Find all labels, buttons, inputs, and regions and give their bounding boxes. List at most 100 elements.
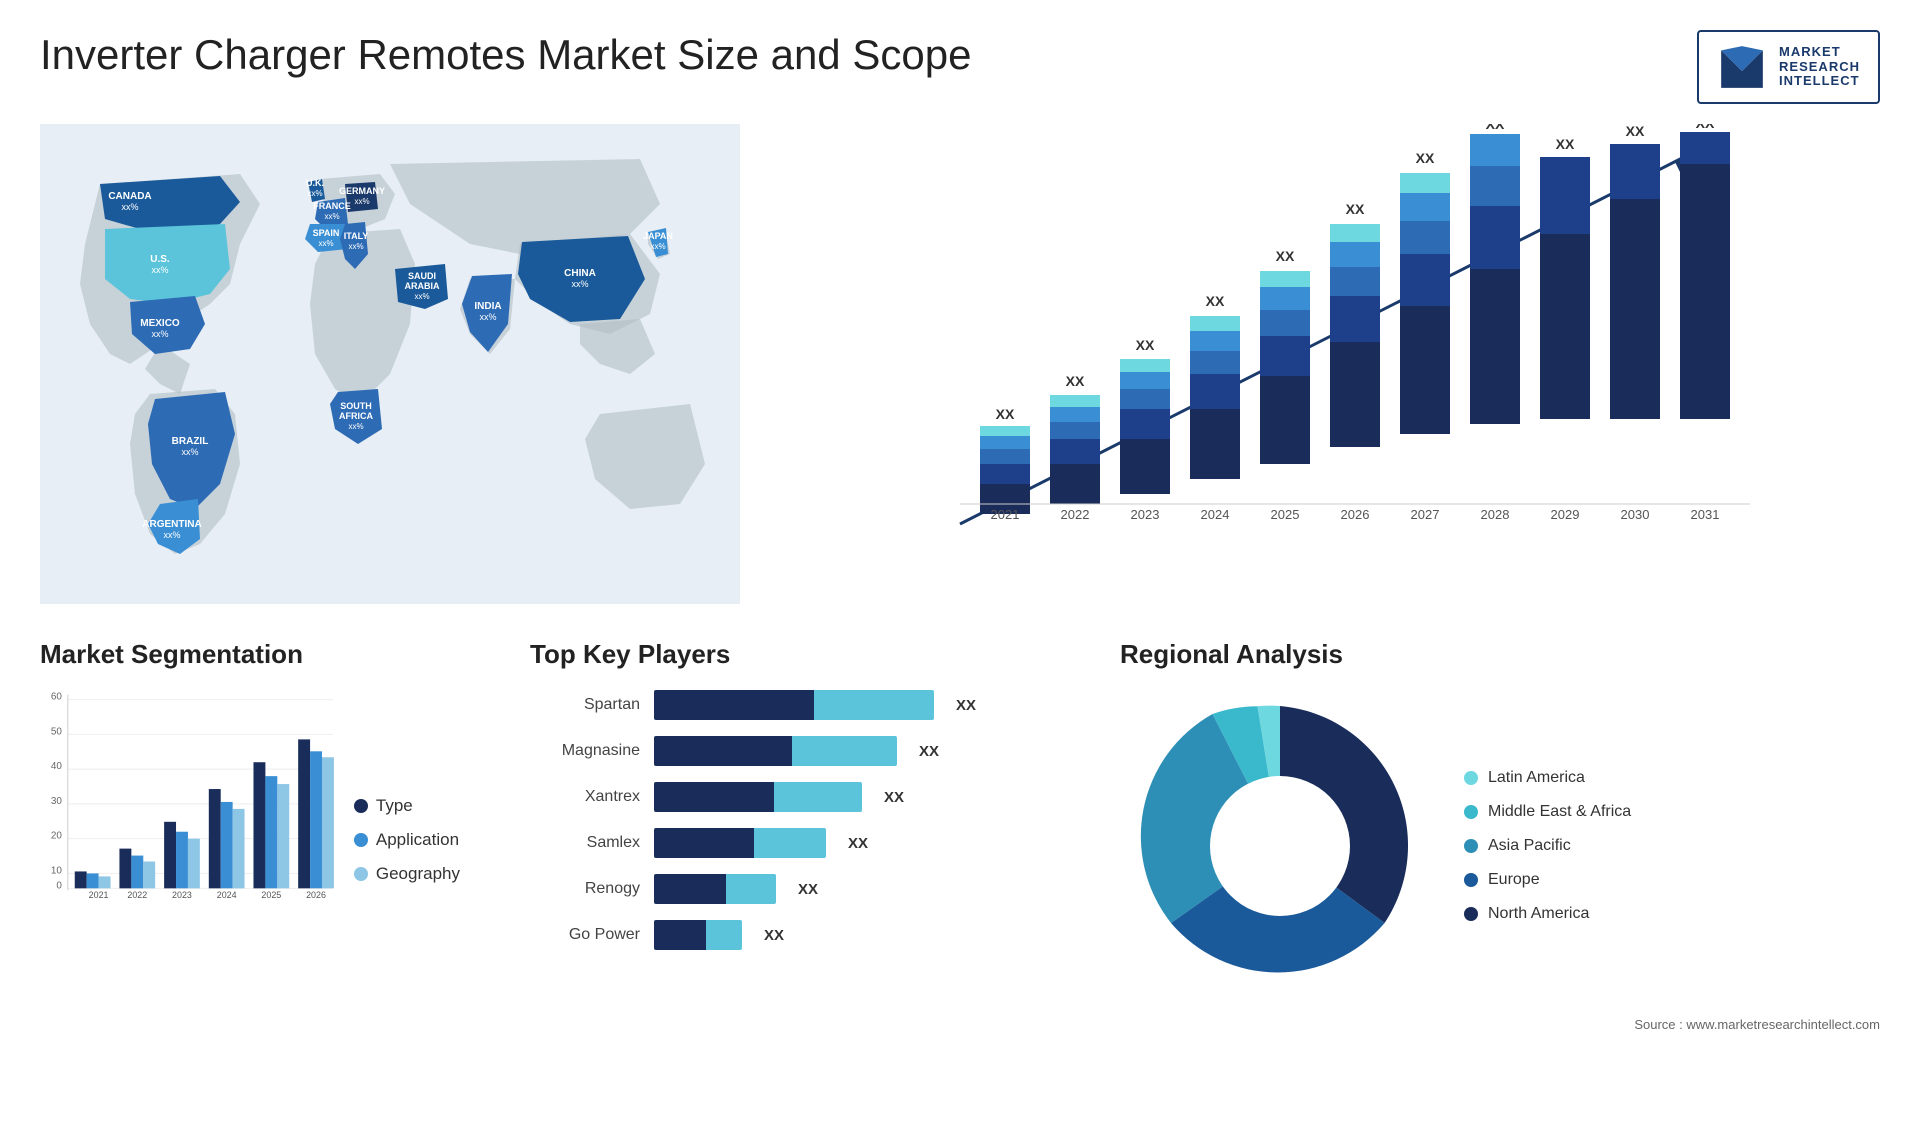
legend-north-america: North America bbox=[1464, 905, 1631, 923]
svg-text:0: 0 bbox=[56, 880, 62, 891]
svg-text:xx%: xx% bbox=[348, 242, 363, 251]
svg-text:xx%: xx% bbox=[479, 312, 496, 322]
player-bars-spartan bbox=[654, 690, 934, 720]
svg-text:2027: 2027 bbox=[1411, 507, 1440, 522]
legend-type: Type bbox=[354, 796, 460, 816]
svg-text:SOUTH: SOUTH bbox=[340, 401, 372, 411]
player-bars-renogy bbox=[654, 874, 776, 904]
svg-text:xx%: xx% bbox=[354, 197, 369, 206]
svg-text:2023: 2023 bbox=[1131, 507, 1160, 522]
svg-text:XX: XX bbox=[1696, 124, 1715, 131]
regional-section: Regional Analysis bbox=[1120, 639, 1880, 1034]
svg-text:XX: XX bbox=[1626, 124, 1645, 139]
legend-latin-america: Latin America bbox=[1464, 769, 1631, 787]
svg-text:AFRICA: AFRICA bbox=[339, 411, 373, 421]
svg-text:SAUDI: SAUDI bbox=[408, 271, 436, 281]
legend-mea-dot bbox=[1464, 805, 1478, 819]
player-row-spartan: Spartan XX bbox=[530, 690, 1080, 720]
legend-app-dot bbox=[354, 833, 368, 847]
legend-eu-dot bbox=[1464, 873, 1478, 887]
growth-chart-section: XX 2021 XX 2022 XX 2023 bbox=[780, 124, 1880, 609]
player-row-samlex: Samlex XX bbox=[530, 828, 1080, 858]
regional-title: Regional Analysis bbox=[1120, 639, 1880, 670]
svg-text:xx%: xx% bbox=[151, 329, 168, 339]
svg-text:xx%: xx% bbox=[151, 265, 168, 275]
svg-text:10: 10 bbox=[51, 865, 63, 876]
svg-text:50: 50 bbox=[51, 726, 63, 737]
segmentation-section: Market Segmentation 60 50 40 30 20 10 0 bbox=[40, 639, 460, 1034]
player-name-spartan: Spartan bbox=[530, 696, 640, 714]
player-name-magnasine: Magnasine bbox=[530, 742, 640, 760]
svg-text:XX: XX bbox=[1066, 373, 1085, 389]
svg-text:GERMANY: GERMANY bbox=[339, 186, 385, 196]
svg-text:2025: 2025 bbox=[261, 890, 281, 900]
player-row-xantrex: Xantrex XX bbox=[530, 782, 1080, 812]
legend-app-label: Application bbox=[376, 830, 459, 850]
player-row-magnasine: Magnasine XX bbox=[530, 736, 1080, 766]
svg-text:SPAIN: SPAIN bbox=[313, 228, 340, 238]
svg-text:XX: XX bbox=[1136, 337, 1155, 353]
svg-text:xx%: xx% bbox=[181, 447, 198, 457]
player-bars-samlex bbox=[654, 828, 826, 858]
svg-text:2030: 2030 bbox=[1621, 507, 1650, 522]
svg-text:2022: 2022 bbox=[127, 890, 147, 900]
growth-bar-chart: XX 2021 XX 2022 XX 2023 bbox=[780, 124, 1880, 604]
svg-text:xx%: xx% bbox=[318, 239, 333, 248]
player-name-renogy: Renogy bbox=[530, 880, 640, 898]
svg-text:2022: 2022 bbox=[1061, 507, 1090, 522]
legend-ap-label: Asia Pacific bbox=[1488, 837, 1571, 855]
legend-europe: Europe bbox=[1464, 871, 1631, 889]
svg-text:ITALY: ITALY bbox=[344, 231, 369, 241]
svg-text:2026: 2026 bbox=[306, 890, 326, 900]
svg-text:ARGENTINA: ARGENTINA bbox=[142, 519, 201, 530]
svg-text:40: 40 bbox=[51, 761, 63, 772]
svg-text:xx%: xx% bbox=[307, 189, 322, 198]
svg-text:INDIA: INDIA bbox=[474, 301, 501, 312]
svg-text:2024: 2024 bbox=[217, 890, 237, 900]
player-bars-magnasine bbox=[654, 736, 897, 766]
legend-asia-pacific: Asia Pacific bbox=[1464, 837, 1631, 855]
player-bars-xantrex bbox=[654, 782, 862, 812]
svg-text:xx%: xx% bbox=[650, 242, 665, 251]
svg-text:xx%: xx% bbox=[571, 279, 588, 289]
source-credit: Source : www.marketresearchintellect.com bbox=[1120, 1016, 1880, 1034]
legend-application: Application bbox=[354, 830, 460, 850]
svg-text:2029: 2029 bbox=[1551, 507, 1580, 522]
player-row-renogy: Renogy XX bbox=[530, 874, 1080, 904]
svg-text:XX: XX bbox=[1486, 124, 1505, 132]
player-bars-gopower bbox=[654, 920, 742, 950]
page-container: Inverter Charger Remotes Market Size and… bbox=[0, 0, 1920, 1146]
key-players-section: Top Key Players Spartan XX Magnasine XX bbox=[500, 639, 1080, 1034]
logo-text: MARKET RESEARCH INTELLECT bbox=[1779, 45, 1860, 90]
player-value-spartan: XX bbox=[956, 697, 976, 714]
segmentation-chart: 60 50 40 30 20 10 0 bbox=[40, 684, 338, 904]
svg-text:xx%: xx% bbox=[121, 202, 138, 212]
svg-text:2021: 2021 bbox=[991, 507, 1020, 522]
legend-la-label: Latin America bbox=[1488, 769, 1585, 787]
svg-text:2028: 2028 bbox=[1481, 507, 1510, 522]
segmentation-title: Market Segmentation bbox=[40, 639, 460, 670]
svg-text:XX: XX bbox=[1416, 150, 1435, 166]
svg-text:30: 30 bbox=[51, 796, 63, 807]
legend-mea-label: Middle East & Africa bbox=[1488, 803, 1631, 821]
svg-text:2031: 2031 bbox=[1691, 507, 1720, 522]
bar-dark-spartan bbox=[654, 690, 814, 720]
svg-text:2021: 2021 bbox=[89, 890, 109, 900]
svg-text:U.K.: U.K. bbox=[306, 178, 324, 188]
page-title: Inverter Charger Remotes Market Size and… bbox=[40, 30, 971, 80]
bar-light-spartan bbox=[814, 690, 934, 720]
svg-text:FRANCE: FRANCE bbox=[313, 201, 351, 211]
svg-text:2024: 2024 bbox=[1201, 507, 1230, 522]
svg-text:60: 60 bbox=[51, 692, 63, 703]
svg-text:MEXICO: MEXICO bbox=[140, 318, 180, 329]
svg-text:XX: XX bbox=[1346, 201, 1365, 217]
legend-type-dot bbox=[354, 799, 368, 813]
legend-la-dot bbox=[1464, 771, 1478, 785]
svg-text:JAPAN: JAPAN bbox=[643, 231, 673, 241]
world-map: CANADA xx% U.S. xx% MEXICO xx% BRAZIL xx… bbox=[40, 124, 740, 604]
logo: MARKET RESEARCH INTELLECT bbox=[1697, 30, 1880, 104]
svg-text:XX: XX bbox=[1556, 136, 1575, 152]
svg-text:ARABIA: ARABIA bbox=[405, 281, 440, 291]
svg-text:xx%: xx% bbox=[163, 530, 180, 540]
svg-text:U.S.: U.S. bbox=[150, 254, 170, 265]
